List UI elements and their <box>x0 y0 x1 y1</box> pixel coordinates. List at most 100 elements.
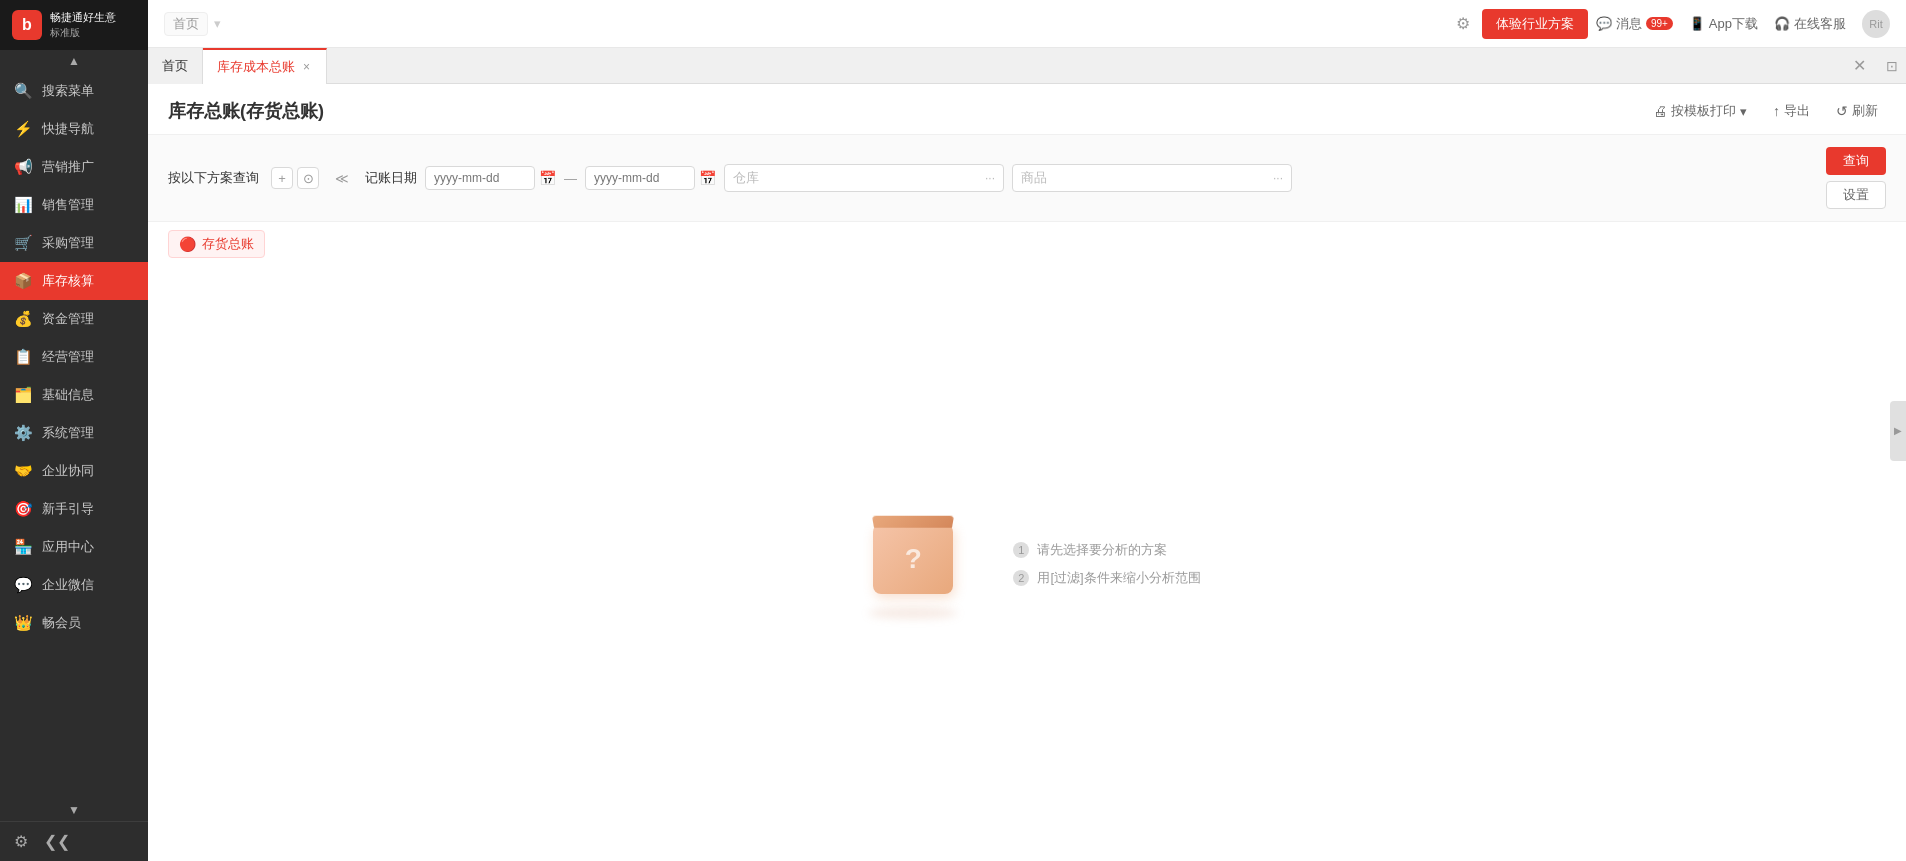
filter-label: 按以下方案查询 <box>168 169 259 187</box>
app-logo: b 畅捷通好生意 标准版 <box>0 0 148 50</box>
sidebar-item-label: 营销推广 <box>42 158 94 176</box>
empty-box <box>873 524 953 594</box>
sidebar-item-business[interactable]: 📋 经营管理 <box>0 338 148 376</box>
tab-panel-expand-btn[interactable]: ⊡ <box>1878 58 1906 74</box>
filter-manage-btn[interactable]: ⊙ <box>297 167 319 189</box>
sidebar-item-label: 基础信息 <box>42 386 94 404</box>
basic-icon: 🗂️ <box>14 386 32 404</box>
download-icon: 📱 <box>1689 16 1705 31</box>
tab-inventory-ledger[interactable]: 库存成本总账 × <box>203 48 327 84</box>
sidebar-item-basic[interactable]: 🗂️ 基础信息 <box>0 376 148 414</box>
sidebar-item-label: 应用中心 <box>42 538 94 556</box>
industry-plan-button[interactable]: 体验行业方案 <box>1482 9 1588 39</box>
sidebar-item-finance[interactable]: 💰 资金管理 <box>0 300 148 338</box>
tip-text-1: 请先选择要分析的方案 <box>1037 541 1167 559</box>
breadcrumb-home[interactable]: 首页 <box>164 12 208 36</box>
sidebar-item-search[interactable]: 🔍 搜索菜单 <box>0 72 148 110</box>
filter-add-btns: + ⊙ <box>271 167 319 189</box>
refresh-icon: ↺ <box>1836 103 1848 119</box>
date-from-input: 📅 <box>425 166 556 190</box>
calendar-from-icon[interactable]: 📅 <box>539 170 556 186</box>
logo-icon: b <box>12 10 42 40</box>
empty-illustration <box>853 504 973 624</box>
right-panel-toggle[interactable]: ▶ <box>1890 401 1906 461</box>
fold-sidebar-btn[interactable]: ❮❮ <box>44 832 70 851</box>
sidebar-nav: 🔍 搜索菜单 ⚡ 快捷导航 📢 营销推广 📊 销售管理 🛒 采购管理 📦 库存核… <box>0 72 148 799</box>
print-btn[interactable]: 🖨 按模板打印 ▾ <box>1645 98 1755 124</box>
tip-num-2: 2 <box>1013 570 1029 586</box>
sidebar: b 畅捷通好生意 标准版 ▲ 🔍 搜索菜单 ⚡ 快捷导航 📢 营销推广 📊 销售… <box>0 0 148 861</box>
app-download-btn[interactable]: 📱 App下载 <box>1689 15 1758 33</box>
message-btn[interactable]: 💬 消息 99+ <box>1596 15 1673 33</box>
goods-select[interactable]: 商品 ··· <box>1012 164 1292 192</box>
search-icon: 🔍 <box>14 82 32 100</box>
scheme-icon: 🔴 <box>179 236 196 252</box>
sidebar-item-enterprise[interactable]: 🤝 企业协同 <box>0 452 148 490</box>
tab-close-btn[interactable]: × <box>301 58 312 76</box>
topbar-settings-icon[interactable]: ⚙ <box>1452 10 1474 37</box>
date-from-field[interactable] <box>425 166 535 190</box>
sidebar-item-appstore[interactable]: 🏪 应用中心 <box>0 528 148 566</box>
filter-fields: 记账日期 📅 — 📅 仓库 ··· 商品 <box>365 164 1802 192</box>
date-separator: — <box>564 171 577 186</box>
topbar-right: 💬 消息 99+ 📱 App下载 🎧 在线客服 Rit <box>1596 10 1890 38</box>
app-download-label: App下载 <box>1709 15 1758 33</box>
sidebar-item-inventory[interactable]: 📦 库存核算 <box>0 262 148 300</box>
sidebar-item-label: 快捷导航 <box>42 120 94 138</box>
sidebar-item-vip[interactable]: 👑 畅会员 <box>0 604 148 642</box>
app-name: 畅捷通好生意 <box>50 10 116 25</box>
tabs-bar: 首页 库存成本总账 × ✕ ⊡ <box>148 48 1906 84</box>
app-badge: 标准版 <box>50 26 116 40</box>
sidebar-item-marketing[interactable]: 📢 营销推广 <box>0 148 148 186</box>
calendar-to-icon[interactable]: 📅 <box>699 170 716 186</box>
tab-home-label: 首页 <box>162 57 188 75</box>
avatar-text: Rit <box>1869 18 1882 30</box>
filter-collapse-btn[interactable]: ≪ <box>331 167 353 189</box>
appstore-icon: 🏪 <box>14 538 32 556</box>
sidebar-item-sales[interactable]: 📊 销售管理 <box>0 186 148 224</box>
sidebar-item-system[interactable]: ⚙️ 系统管理 <box>0 414 148 452</box>
filter-bar: 按以下方案查询 + ⊙ ≪ 记账日期 📅 — 📅 <box>148 135 1906 222</box>
refresh-btn[interactable]: ↺ 刷新 <box>1828 98 1886 124</box>
warehouse-placeholder: 仓库 <box>733 169 985 187</box>
tab-panel-close-btn[interactable]: ✕ <box>1841 56 1878 75</box>
sidebar-item-purchase[interactable]: 🛒 采购管理 <box>0 224 148 262</box>
sidebar-item-wechat[interactable]: 💬 企业微信 <box>0 566 148 604</box>
sidebar-item-guide[interactable]: 🎯 新手引导 <box>0 490 148 528</box>
message-badge: 99+ <box>1646 17 1673 30</box>
empty-state: 1 请先选择要分析的方案 2 用[过滤]条件来缩小分析范围 <box>148 266 1906 861</box>
sidebar-item-label: 经营管理 <box>42 348 94 366</box>
tab-active-label: 库存成本总账 <box>217 58 295 76</box>
online-service-btn[interactable]: 🎧 在线客服 <box>1774 15 1846 33</box>
scheme-item-inventory-ledger[interactable]: 🔴 存货总账 <box>168 230 265 258</box>
goods-placeholder: 商品 <box>1021 169 1273 187</box>
query-button[interactable]: 查询 <box>1826 147 1886 175</box>
service-icon: 🎧 <box>1774 16 1790 31</box>
print-label: 按模板打印 <box>1671 102 1736 120</box>
settings-bottom-icon[interactable]: ⚙ <box>14 832 28 851</box>
warehouse-select[interactable]: 仓库 ··· <box>724 164 1004 192</box>
sidebar-item-shortcut[interactable]: ⚡ 快捷导航 <box>0 110 148 148</box>
empty-tips: 1 请先选择要分析的方案 2 用[过滤]条件来缩小分析范围 <box>1013 541 1200 587</box>
topbar: 首页 ▾ ⚙ 体验行业方案 💬 消息 99+ 📱 App下载 🎧 在线客服 Ri… <box>148 0 1906 48</box>
date-to-field[interactable] <box>585 166 695 190</box>
scroll-up-btn[interactable]: ▲ <box>0 50 148 72</box>
sidebar-item-label: 企业微信 <box>42 576 94 594</box>
user-avatar[interactable]: Rit <box>1862 10 1890 38</box>
sales-icon: 📊 <box>14 196 32 214</box>
tab-home[interactable]: 首页 <box>148 48 203 84</box>
settings-button[interactable]: 设置 <box>1826 181 1886 209</box>
page-title: 库存总账(存货总账) <box>168 99 324 123</box>
export-label: 导出 <box>1784 102 1810 120</box>
sidebar-item-label: 企业协同 <box>42 462 94 480</box>
scroll-down-btn[interactable]: ▼ <box>0 799 148 821</box>
filter-add-btn[interactable]: + <box>271 167 293 189</box>
empty-tip-2: 2 用[过滤]条件来缩小分析范围 <box>1013 569 1200 587</box>
goods-more-icon[interactable]: ··· <box>1273 171 1283 185</box>
scheme-row: 🔴 存货总账 <box>148 222 1906 266</box>
export-btn[interactable]: ↑ 导出 <box>1765 98 1818 124</box>
warehouse-more-icon[interactable]: ··· <box>985 171 995 185</box>
print-dropdown-icon[interactable]: ▾ <box>1740 104 1747 119</box>
page-header-actions: 🖨 按模板打印 ▾ ↑ 导出 ↺ 刷新 <box>1645 98 1886 124</box>
sidebar-item-label: 系统管理 <box>42 424 94 442</box>
